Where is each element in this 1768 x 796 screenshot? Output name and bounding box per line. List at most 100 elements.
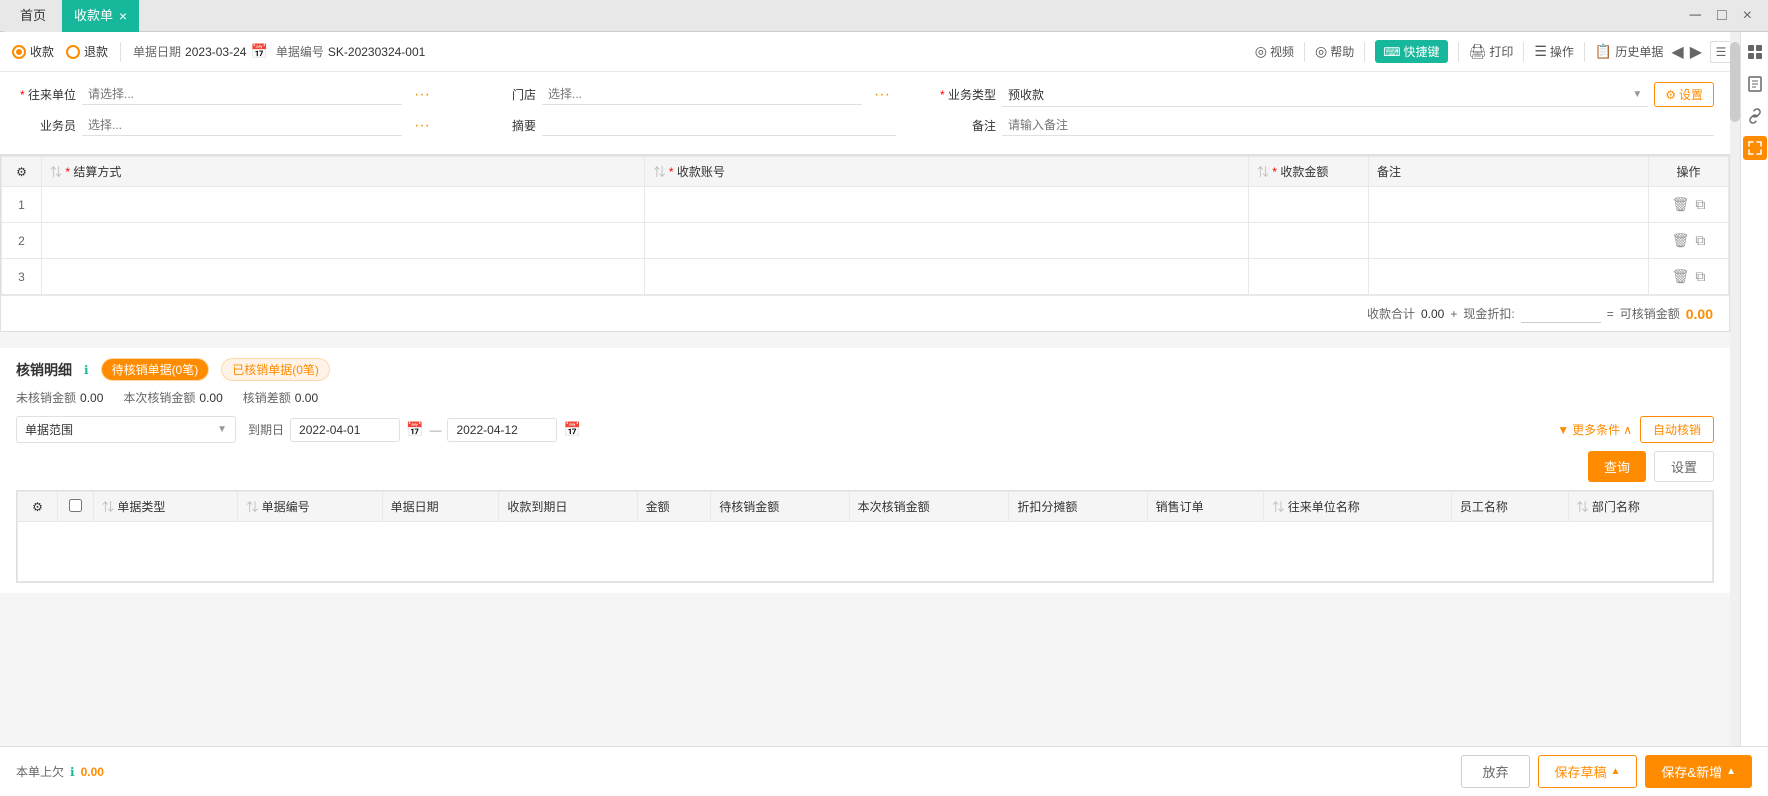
bth-checkbox[interactable] bbox=[58, 492, 94, 522]
right-panel-icon-2[interactable] bbox=[1743, 72, 1767, 96]
date-to-input[interactable] bbox=[447, 418, 557, 442]
row-settlement-2[interactable] bbox=[42, 223, 645, 259]
date-from-icon[interactable]: 📅 bbox=[406, 421, 423, 438]
video-action[interactable]: ◎ 视频 bbox=[1255, 43, 1294, 60]
row-amount-3[interactable] bbox=[1248, 259, 1368, 295]
select-all-checkbox[interactable] bbox=[69, 499, 82, 512]
operation-action[interactable]: ☰ 操作 bbox=[1534, 43, 1574, 60]
salesperson-more-btn[interactable]: ··· bbox=[408, 117, 436, 135]
remark-input[interactable] bbox=[1002, 115, 1714, 136]
row-remark-1[interactable] bbox=[1368, 187, 1648, 223]
right-panel-icon-4[interactable] bbox=[1743, 136, 1767, 160]
copy-icon-1[interactable]: ⧉ bbox=[1695, 196, 1705, 213]
diff-stat: 核销差额 0.00 bbox=[243, 389, 318, 406]
copy-icon-3[interactable]: ⧉ bbox=[1695, 268, 1705, 285]
summary-input[interactable] bbox=[542, 115, 896, 136]
abandon-button[interactable]: 放弃 bbox=[1461, 755, 1529, 788]
toolbar: 收款 退款 单据日期 2023-03-24 📅 单据编号 SK-20230324… bbox=[0, 32, 1768, 72]
right-panel-icon-3[interactable] bbox=[1743, 104, 1767, 128]
counterpart-label: * 往来单位 bbox=[16, 86, 76, 103]
plus-sign: + bbox=[1450, 307, 1457, 321]
auto-writeoff-button[interactable]: 自动核销 bbox=[1640, 416, 1714, 443]
date-from-input[interactable] bbox=[290, 418, 400, 442]
discount-input[interactable] bbox=[1521, 304, 1601, 323]
empty-state bbox=[18, 522, 1713, 582]
row-settlement-1[interactable] bbox=[42, 187, 645, 223]
settings-button[interactable]: ⚙ 设置 bbox=[1654, 82, 1714, 107]
tab-done[interactable]: 已核销单据(0笔) bbox=[221, 358, 330, 381]
prev-arrow[interactable]: ◀ bbox=[1669, 42, 1685, 62]
writeoff-info-icon[interactable]: ℹ bbox=[84, 363, 89, 377]
row-num-3: 3 bbox=[2, 259, 42, 295]
maximize-btn[interactable]: □ bbox=[1713, 7, 1731, 25]
shop-input[interactable] bbox=[542, 84, 862, 105]
bottom-table-area: ⚙ ⇅ 单据类型 ⇅ 单据编号 bbox=[16, 490, 1714, 583]
date-range-filter: 到期日 📅 — 📅 bbox=[248, 418, 581, 442]
print-action[interactable]: 🖨 打印 bbox=[1469, 43, 1514, 60]
row-account-1[interactable] bbox=[645, 187, 1248, 223]
right-panel-icon-1[interactable] bbox=[1743, 40, 1767, 64]
minimize-btn[interactable]: ─ bbox=[1686, 7, 1705, 25]
receipt-table: ⚙ ⇅ * 结算方式 ⇅ * 收款账号 ⇅ bbox=[1, 156, 1729, 295]
current-label: 本次核销金额 bbox=[123, 389, 195, 406]
bottom-table-empty-row bbox=[18, 522, 1713, 582]
delete-icon-1[interactable]: 🗑 bbox=[1672, 196, 1690, 213]
range-select-label: 单据范围 bbox=[25, 421, 73, 438]
row-remark-2[interactable] bbox=[1368, 223, 1648, 259]
list-view-icon[interactable]: ☰ bbox=[1710, 41, 1732, 63]
filter-more-btn[interactable]: ▼ 更多条件 ∧ bbox=[1557, 421, 1632, 438]
setting-button[interactable]: 设置 bbox=[1654, 451, 1714, 482]
print-label: 打印 bbox=[1489, 43, 1513, 60]
date-to-icon[interactable]: 📅 bbox=[563, 421, 580, 438]
business-type-select[interactable]: 预收款 ▼ bbox=[1002, 83, 1648, 107]
help-action[interactable]: ◎ 帮助 bbox=[1315, 43, 1354, 60]
query-button[interactable]: 查询 bbox=[1588, 451, 1646, 482]
save-draft-button[interactable]: 保存草稿 ▲ bbox=[1538, 755, 1638, 788]
row-account-3[interactable] bbox=[645, 259, 1248, 295]
history-action[interactable]: 📋 历史单据 bbox=[1595, 43, 1663, 60]
radio-receive[interactable]: 收款 bbox=[12, 43, 54, 60]
footer-info-value: 0.00 bbox=[81, 765, 104, 779]
tab-home[interactable]: 首页 bbox=[4, 0, 62, 32]
range-select[interactable]: 单据范围 ▼ bbox=[16, 416, 236, 443]
salesperson-input[interactable] bbox=[82, 115, 402, 136]
radio-refund-label: 退款 bbox=[84, 43, 108, 60]
right-panel bbox=[1740, 32, 1768, 796]
delete-icon-2[interactable]: 🗑 bbox=[1672, 232, 1690, 249]
scrollbar-thumb[interactable] bbox=[1730, 42, 1740, 122]
counterpart-input[interactable] bbox=[82, 84, 402, 105]
tab-pending[interactable]: 待核销单据(0笔) bbox=[101, 358, 210, 381]
scrollbar-track[interactable] bbox=[1730, 32, 1740, 756]
th-settings[interactable]: ⚙ bbox=[2, 157, 42, 187]
business-type-field: * 业务类型 预收款 ▼ ⚙ 设置 bbox=[936, 82, 1714, 107]
next-arrow[interactable]: ▶ bbox=[1688, 42, 1704, 62]
delete-icon-3[interactable]: 🗑 bbox=[1672, 268, 1690, 285]
date-value[interactable]: 2023-03-24 bbox=[185, 45, 246, 59]
table-row: 2 🗑 ⧉ bbox=[2, 223, 1729, 259]
row-settlement-3[interactable] bbox=[42, 259, 645, 295]
save-new-button[interactable]: 保存&新增 ▲ bbox=[1645, 755, 1752, 788]
number-value[interactable]: SK-20230324-001 bbox=[328, 45, 425, 59]
bth-settings[interactable]: ⚙ bbox=[18, 492, 58, 522]
radio-refund[interactable]: 退款 bbox=[66, 43, 108, 60]
remark-label: 备注 bbox=[936, 117, 996, 134]
bth-number: ⇅ 单据编号 bbox=[238, 492, 382, 522]
doc-icon bbox=[1747, 76, 1763, 92]
row-account-2[interactable] bbox=[645, 223, 1248, 259]
tab-close-icon[interactable]: × bbox=[119, 0, 127, 32]
th-action: 操作 bbox=[1649, 157, 1729, 187]
row-amount-2[interactable] bbox=[1248, 223, 1368, 259]
copy-icon-2[interactable]: ⧉ bbox=[1695, 232, 1705, 249]
calendar-icon[interactable]: 📅 bbox=[250, 43, 267, 60]
shop-more-btn[interactable]: ··· bbox=[868, 86, 896, 104]
counterpart-more-btn[interactable]: ··· bbox=[408, 86, 436, 104]
writeoff-title: 核销明细 bbox=[16, 360, 72, 380]
row-remark-3[interactable] bbox=[1368, 259, 1648, 295]
close-btn[interactable]: × bbox=[1739, 7, 1756, 25]
footer-info-icon[interactable]: ℹ bbox=[70, 765, 75, 779]
shortcut-button[interactable]: ⌨ 快捷键 bbox=[1375, 40, 1447, 63]
tab-active[interactable]: 收款单 × bbox=[62, 0, 139, 32]
writeoff-stats: 未核销金额 0.00 本次核销金额 0.00 核销差额 0.00 bbox=[16, 389, 1714, 406]
row-amount-1[interactable] bbox=[1248, 187, 1368, 223]
tab-bar: 首页 收款单 × ─ □ × bbox=[0, 0, 1768, 32]
